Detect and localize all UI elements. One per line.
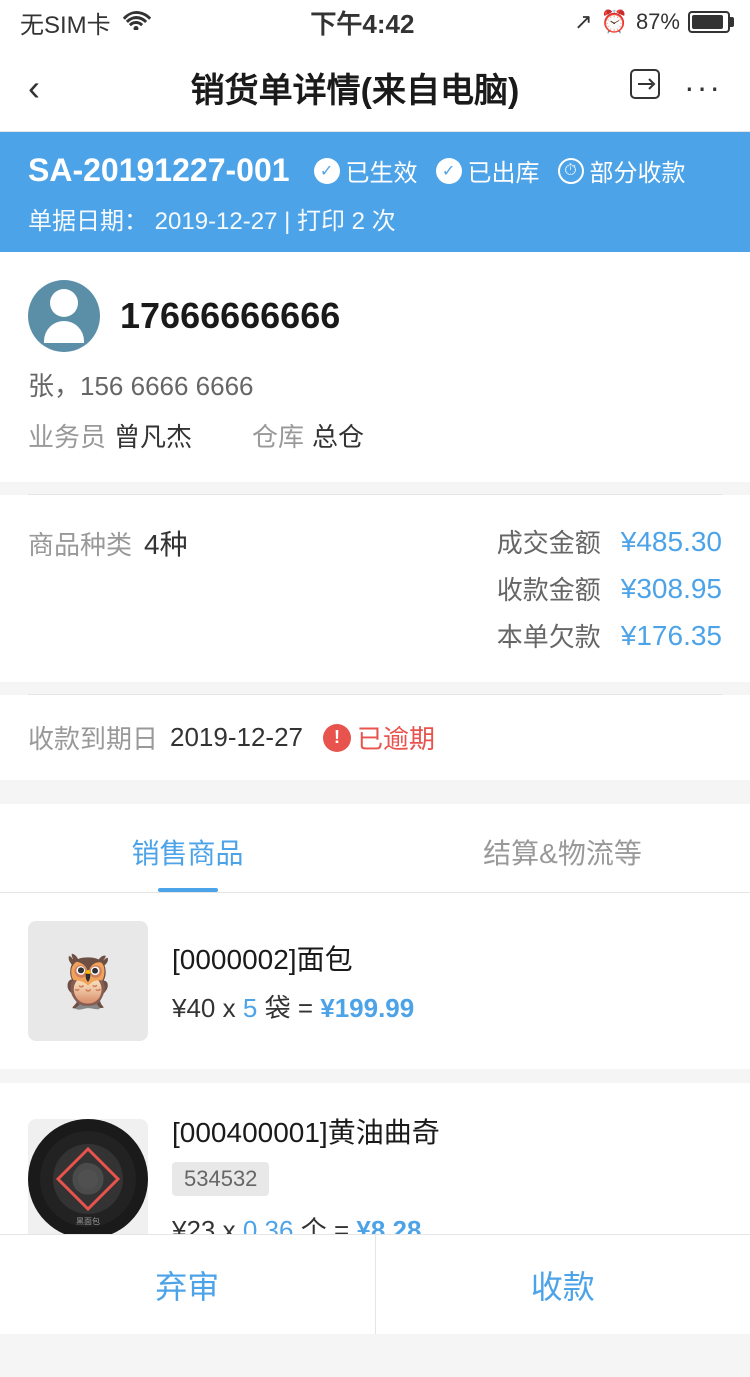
check-icon-1: ✓ xyxy=(314,158,340,184)
clock-icon: ⏱ xyxy=(558,158,584,184)
bottom-bar: 弃审 收款 xyxy=(0,1234,750,1334)
product-item-1: 🦉 [0000002]面包 ¥40 x 5 袋 = ¥199.99 xyxy=(0,893,750,1069)
tabs-container: 销售商品 结算&物流等 xyxy=(0,804,750,893)
back-button[interactable]: ‹ xyxy=(28,67,88,109)
customer-avatar xyxy=(28,280,100,352)
status-badges: ✓ 已生效 ✓ 已出库 ⏱ 部分收款 xyxy=(314,153,686,188)
location-icon: ↗ xyxy=(574,9,592,35)
due-date-card: 收款到期日 2019-12-27 ! 已逾期 xyxy=(0,695,750,780)
summary-card: 商品种类 4种 成交金额 ¥485.30 收款金额 ¥308.95 本单欠款 ¥… xyxy=(0,495,750,682)
product-name-2: [000400001]黄油曲奇 xyxy=(172,1111,722,1151)
warehouse-info: 仓库 总仓 xyxy=(252,417,364,454)
collected-amount: 收款金额 ¥308.95 xyxy=(497,570,722,607)
product-types: 商品种类 4种 xyxy=(28,523,188,563)
battery-percent: 87% xyxy=(636,9,680,35)
due-date-label: 收款到期日 xyxy=(28,719,158,756)
customer-name: 张，156 6666 6666 xyxy=(28,366,722,403)
more-icon[interactable]: ··· xyxy=(684,69,722,106)
product-price-1: ¥40 x 5 袋 = ¥199.99 xyxy=(172,988,722,1025)
collect-payment-button[interactable]: 收款 xyxy=(376,1235,750,1334)
status-bar: 无SIM卡 下午4:42 ↗ ⏰ 87% xyxy=(0,0,750,44)
check-icon-2: ✓ xyxy=(436,158,462,184)
product-details-2: [000400001]黄油曲奇 534532 ¥23 x 0.36 个 = ¥8… xyxy=(172,1111,722,1247)
overdue-icon: ! xyxy=(323,724,351,752)
owed-amount: 本单欠款 ¥176.35 xyxy=(497,617,722,654)
abandon-review-button[interactable]: 弃审 xyxy=(0,1235,376,1334)
battery-icon xyxy=(688,11,730,33)
product-details-1: [0000002]面包 ¥40 x 5 袋 = ¥199.99 xyxy=(172,938,722,1025)
overdue-badge: ! 已逾期 xyxy=(323,719,435,756)
products-section: 🦉 [0000002]面包 ¥40 x 5 袋 = ¥199.99 xyxy=(0,893,750,1275)
deal-amount: 成交金额 ¥485.30 xyxy=(497,523,722,560)
alarm-icon: ⏰ xyxy=(601,9,628,35)
wifi-icon xyxy=(121,8,151,37)
status-right: ↗ ⏰ 87% xyxy=(574,9,730,35)
customer-meta: 业务员 曾凡杰 仓库 总仓 xyxy=(28,417,722,454)
tab-settlement[interactable]: 结算&物流等 xyxy=(375,804,750,892)
signal-text: 无SIM卡 xyxy=(20,5,111,40)
header-banner: SA-20191227-001 ✓ 已生效 ✓ 已出库 ⏱ 部分收款 单据日期：… xyxy=(0,132,750,252)
product-name-1: [0000002]面包 xyxy=(172,938,722,978)
customer-phone: 17666666666 xyxy=(120,295,340,337)
share-icon[interactable] xyxy=(630,69,660,106)
nav-actions: ··· xyxy=(622,69,722,106)
section-divider xyxy=(0,792,750,804)
overdue-label: 已逾期 xyxy=(357,719,435,756)
nav-bar: ‹ 销货单详情(来自电脑) ··· xyxy=(0,44,750,132)
customer-card: 17666666666 张，156 6666 6666 业务员 曾凡杰 仓库 总… xyxy=(0,252,750,482)
financial-summary: 成交金额 ¥485.30 收款金额 ¥308.95 本单欠款 ¥176.35 xyxy=(497,523,722,654)
status-left: 无SIM卡 xyxy=(20,5,151,40)
status-badge-effective: ✓ 已生效 xyxy=(314,153,418,188)
product-image-1: 🦉 xyxy=(28,921,148,1041)
status-badge-delivered: ✓ 已出库 xyxy=(436,153,540,188)
status-badge-partial: ⏱ 部分收款 xyxy=(558,153,686,188)
page-title: 销货单详情(来自电脑) xyxy=(88,63,622,112)
banner-subtitle: 单据日期： 2019-12-27 | 打印 2 次 xyxy=(28,201,722,236)
due-date-value: 2019-12-27 xyxy=(170,722,303,753)
svg-text:黑面包: 黑面包 xyxy=(76,1216,100,1226)
status-time: 下午4:42 xyxy=(310,4,414,41)
tab-sales-products[interactable]: 销售商品 xyxy=(0,804,375,892)
product-image-2: 黑面包 xyxy=(28,1119,148,1239)
product-sku-2: 534532 xyxy=(172,1162,269,1196)
sales-person: 业务员 曾凡杰 xyxy=(28,417,192,454)
order-id: SA-20191227-001 xyxy=(28,152,290,189)
